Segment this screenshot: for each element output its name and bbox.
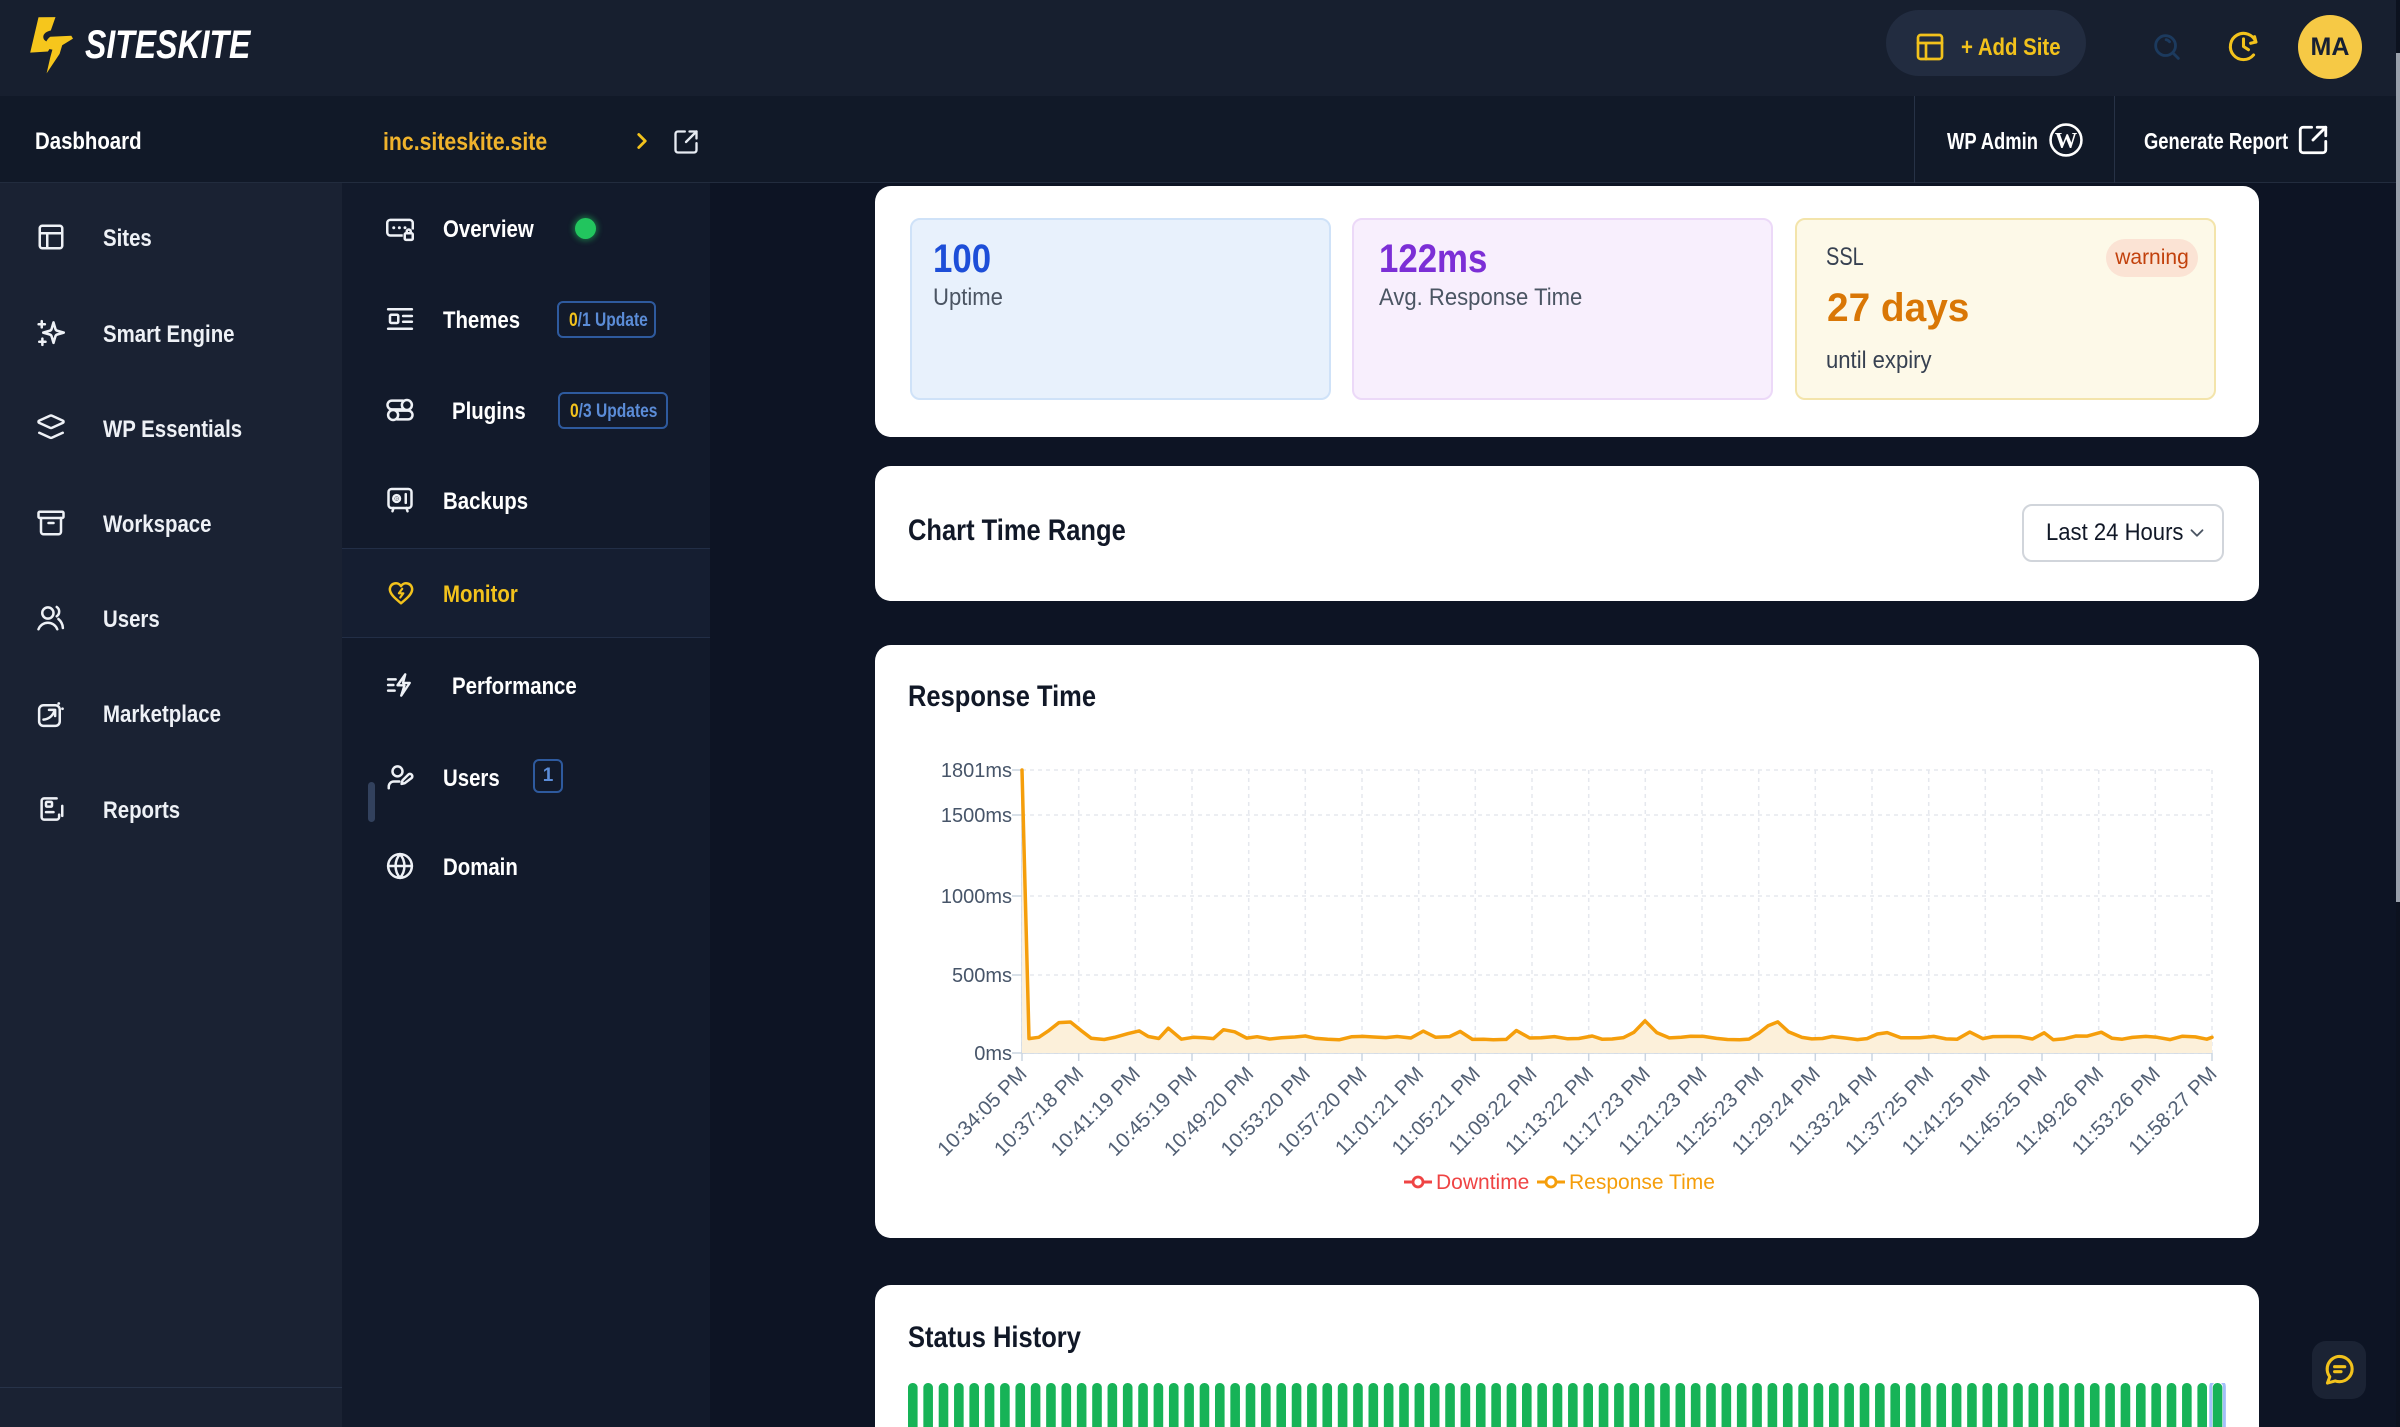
svg-text:Downtime: Downtime [1436, 1171, 1529, 1194]
svg-text:Response Time: Response Time [1569, 1171, 1715, 1194]
svg-text:1500ms: 1500ms [941, 805, 1012, 827]
svg-text:1801ms: 1801ms [941, 760, 1012, 782]
svg-text:1000ms: 1000ms [941, 886, 1012, 908]
svg-text:0ms: 0ms [974, 1043, 1012, 1065]
svg-text:W: W [2055, 128, 2078, 153]
svg-text:500ms: 500ms [952, 965, 1012, 987]
